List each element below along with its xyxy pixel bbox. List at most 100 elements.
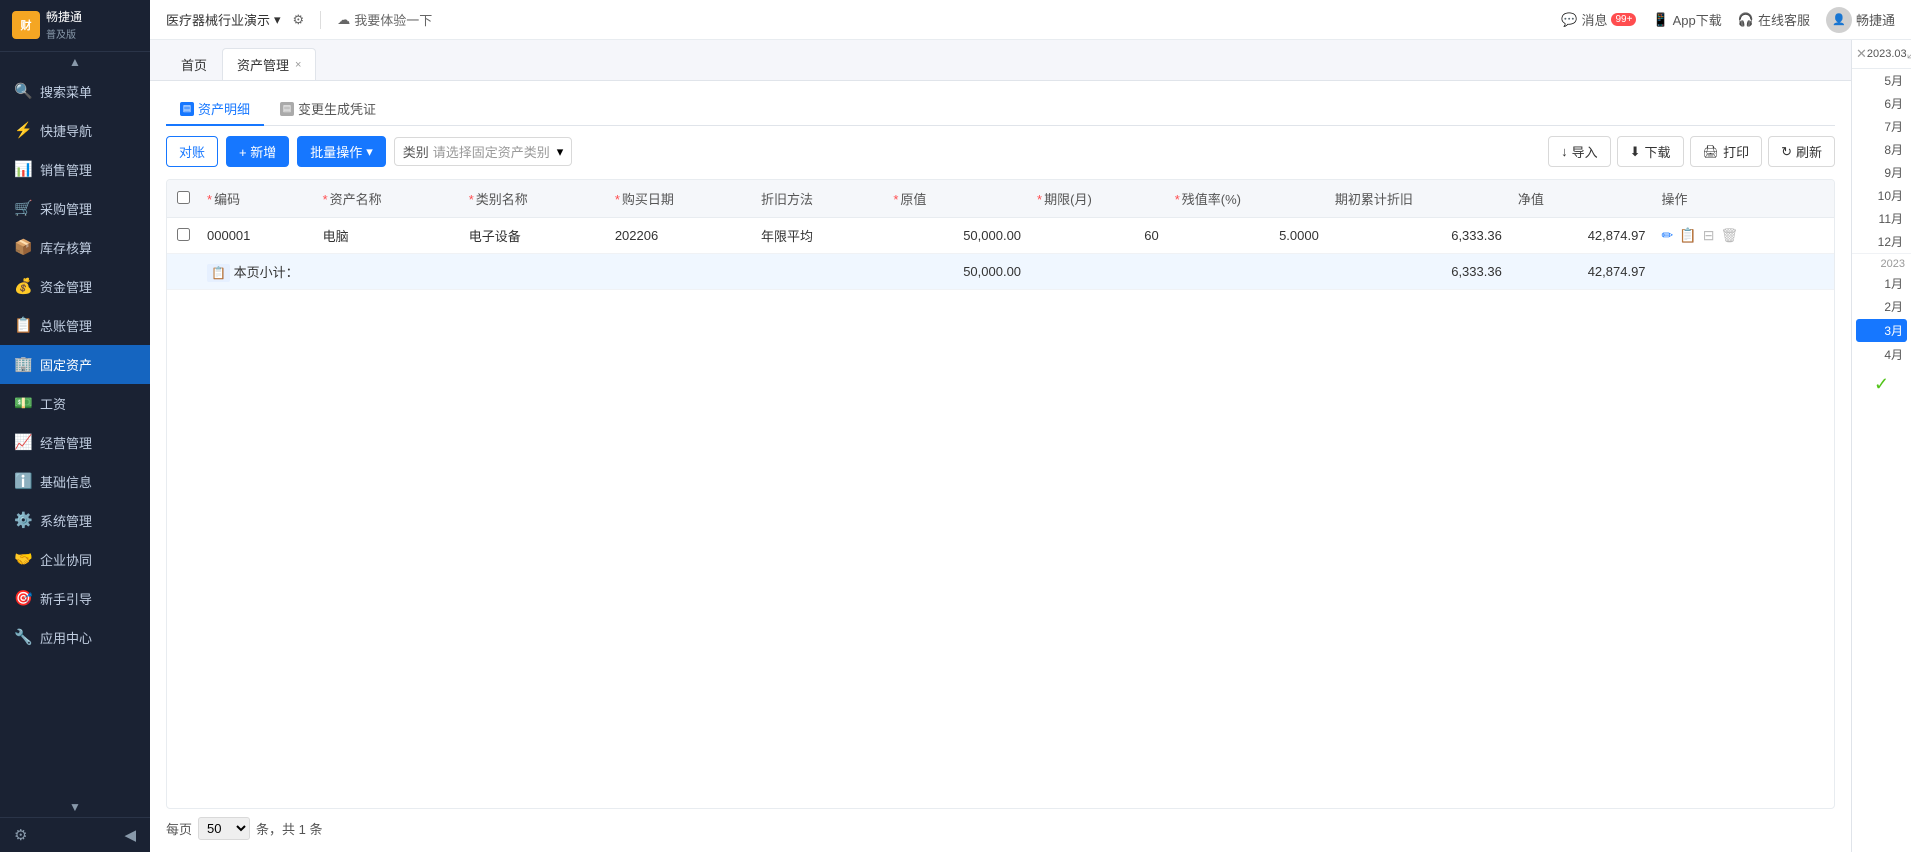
sidebar-item-系统管理[interactable]: ⚙️ 系统管理: [0, 501, 150, 540]
messages-button[interactable]: 💬 消息 99+: [1561, 10, 1636, 29]
refresh-button[interactable]: ↻ 刷新: [1768, 136, 1835, 167]
download-button[interactable]: 📱 App下载: [1652, 10, 1721, 29]
row-residual-rate: 5.0000: [1167, 218, 1327, 254]
sidebar-scroll-down[interactable]: ▼: [0, 797, 150, 817]
sub-tab-voucher[interactable]: ▤ 变更生成凭证: [266, 93, 390, 126]
sidebar-item-搜索菜单[interactable]: 🔍 搜索菜单: [0, 72, 150, 111]
refresh-icon: ↻: [1781, 144, 1792, 160]
sidebar-item-企业协同[interactable]: 🤝 企业协同: [0, 540, 150, 579]
main-area: 医疗器械行业演示 ▾ ⚙ ☁ 我要体验一下 💬 消息 99+ 📱 App下载 🎧…: [150, 0, 1911, 852]
nav-icon: ⚡: [14, 121, 32, 139]
sidebar-item-库存核算[interactable]: 📦 库存核算: [0, 228, 150, 267]
sidebar-bottom: ⚙ ◀: [0, 817, 150, 852]
nav-icon: 🛒: [14, 199, 32, 217]
calendar-month-6月[interactable]: 6月: [1852, 92, 1911, 115]
app-name: 畅捷通: [46, 10, 82, 26]
row-name: 电脑: [315, 218, 461, 254]
sidebar-item-采购管理[interactable]: 🛒 采购管理: [0, 189, 150, 228]
sidebar-item-总账管理[interactable]: 📋 总账管理: [0, 306, 150, 345]
category-select[interactable]: 类别 请选择固定资产类别 ▾: [394, 137, 573, 166]
sub-tab-asset-detail[interactable]: ▤ 资产明细: [166, 93, 264, 126]
gear-icon[interactable]: ⚙: [293, 12, 305, 28]
toolbar-right: ↓ 导入 ⬇ 下载 🖨 打印 ↻ 刷新: [1548, 136, 1835, 167]
refresh-label: 刷新: [1796, 142, 1822, 161]
service-label: 在线客服: [1758, 10, 1810, 29]
tab-asset-management-label: 资产管理: [237, 55, 289, 74]
nav-icon: 💵: [14, 394, 32, 412]
sidebar-item-固定资产[interactable]: 🏢 固定资产: [0, 345, 150, 384]
delete-icon[interactable]: 🗑: [1720, 227, 1738, 244]
sidebar-item-销售管理[interactable]: 📊 销售管理: [0, 150, 150, 189]
calendar-month-5月[interactable]: 5月: [1852, 69, 1911, 92]
row-original-value: 50,000.00: [885, 218, 1029, 254]
collapse-icon[interactable]: ◀: [124, 826, 136, 844]
col-checkbox: [167, 180, 199, 218]
download-button[interactable]: ⬇ 下载: [1617, 136, 1684, 167]
sidebar-item-经营管理[interactable]: 📈 经营管理: [0, 423, 150, 462]
calendar-month-9月[interactable]: 9月: [1852, 161, 1911, 184]
sidebar-item-资金管理[interactable]: 💰 资金管理: [0, 267, 150, 306]
print-button[interactable]: 🖨 打印: [1690, 136, 1763, 167]
print-icon: 🖨: [1703, 144, 1720, 160]
company-selector[interactable]: 医疗器械行业演示 ▾: [166, 10, 281, 29]
edit-icon[interactable]: ✏: [1662, 227, 1674, 244]
sidebar-item-工资[interactable]: 💵 工资: [0, 384, 150, 423]
calendar-month-4月[interactable]: 4月: [1852, 343, 1911, 366]
calendar-month-11月[interactable]: 11月: [1852, 207, 1911, 230]
nav-icon: 📋: [14, 316, 32, 334]
new-button[interactable]: + 新增: [226, 136, 289, 167]
experience-button[interactable]: ☁ 我要体验一下: [337, 10, 432, 29]
sidebar-scroll-up[interactable]: ▲: [0, 52, 150, 72]
topbar-right: 💬 消息 99+ 📱 App下载 🎧 在线客服 👤 畅捷通: [1561, 7, 1895, 33]
tab-home[interactable]: 首页: [166, 48, 222, 80]
sidebar-item-基础信息[interactable]: ℹ️ 基础信息: [0, 462, 150, 501]
company-dropdown-icon[interactable]: ▾: [274, 12, 281, 28]
nav-icon: 📊: [14, 160, 32, 178]
tab-close-icon[interactable]: ×: [295, 59, 301, 71]
right-panel-close-icon[interactable]: ✕: [1856, 46, 1867, 62]
nav-icon: 💰: [14, 277, 32, 295]
batch-button[interactable]: 批量操作 ▾: [297, 136, 386, 167]
sidebar-item-新手引导[interactable]: 🎯 新手引导: [0, 579, 150, 618]
calendar-month-8月[interactable]: 8月: [1852, 138, 1911, 161]
calendar-month-3月[interactable]: 3月: [1856, 319, 1907, 342]
calendar-check-icon: ✓: [1874, 374, 1889, 395]
calendar-month-10月[interactable]: 10月: [1852, 184, 1911, 207]
asset-table-wrap: *编码 *资产名称 *类别名称 *购买日期 折旧方法 *原值 *期限(月) *残…: [166, 179, 1835, 809]
calendar-month-7月[interactable]: 7月: [1852, 115, 1911, 138]
subtotal-spacer: [167, 254, 199, 290]
download-label: App下载: [1673, 10, 1722, 29]
reconcile-button[interactable]: 对账: [166, 136, 218, 167]
asset-detail-icon: ▤: [180, 102, 194, 116]
subtotal-label: 📋 本页小计：: [199, 254, 885, 290]
user-button[interactable]: 👤 畅捷通: [1826, 7, 1895, 33]
tab-asset-management[interactable]: 资产管理 ×: [222, 48, 316, 80]
calendar-month-12月[interactable]: 12月: [1852, 230, 1911, 253]
nav-icon: ℹ️: [14, 472, 32, 490]
download-label: 下载: [1645, 142, 1671, 161]
row-depreciation-method: 年限平均: [753, 218, 885, 254]
settings-icon[interactable]: ⚙: [14, 826, 27, 844]
per-page-select[interactable]: 50 100: [198, 817, 250, 840]
tabs-bar: 首页 资产管理 ×: [150, 40, 1851, 81]
sidebar-item-应用中心[interactable]: 🔧 应用中心: [0, 618, 150, 657]
subtotal-original-value: 50,000.00: [885, 254, 1029, 290]
service-button[interactable]: 🎧 在线客服: [1738, 10, 1810, 29]
sidebar-item-快捷导航[interactable]: ⚡ 快捷导航: [0, 111, 150, 150]
calendar-month-1月[interactable]: 1月: [1852, 272, 1911, 295]
more-icon[interactable]: ⊟: [1703, 227, 1715, 244]
nav-icon: 🔧: [14, 628, 32, 646]
import-button[interactable]: ↓ 导入: [1548, 136, 1611, 167]
topbar: 医疗器械行业演示 ▾ ⚙ ☁ 我要体验一下 💬 消息 99+ 📱 App下载 🎧…: [150, 0, 1911, 40]
select-all-checkbox[interactable]: [177, 191, 190, 204]
col-net-value: 净值: [1510, 180, 1654, 218]
col-residual-rate: *残值率(%): [1167, 180, 1327, 218]
subtotal-accum: 6,333.36: [1327, 254, 1510, 290]
row-checkbox[interactable]: [177, 228, 190, 241]
copy-icon[interactable]: 📋: [1679, 227, 1696, 244]
experience-label: 我要体验一下: [354, 10, 432, 29]
right-panel-expand-icon[interactable]: ⤢: [1907, 46, 1911, 62]
calendar-month-2月[interactable]: 2月: [1852, 295, 1911, 318]
col-accum-depreciation: 期初累计折旧: [1327, 180, 1510, 218]
col-purchase-date: *购买日期: [607, 180, 753, 218]
